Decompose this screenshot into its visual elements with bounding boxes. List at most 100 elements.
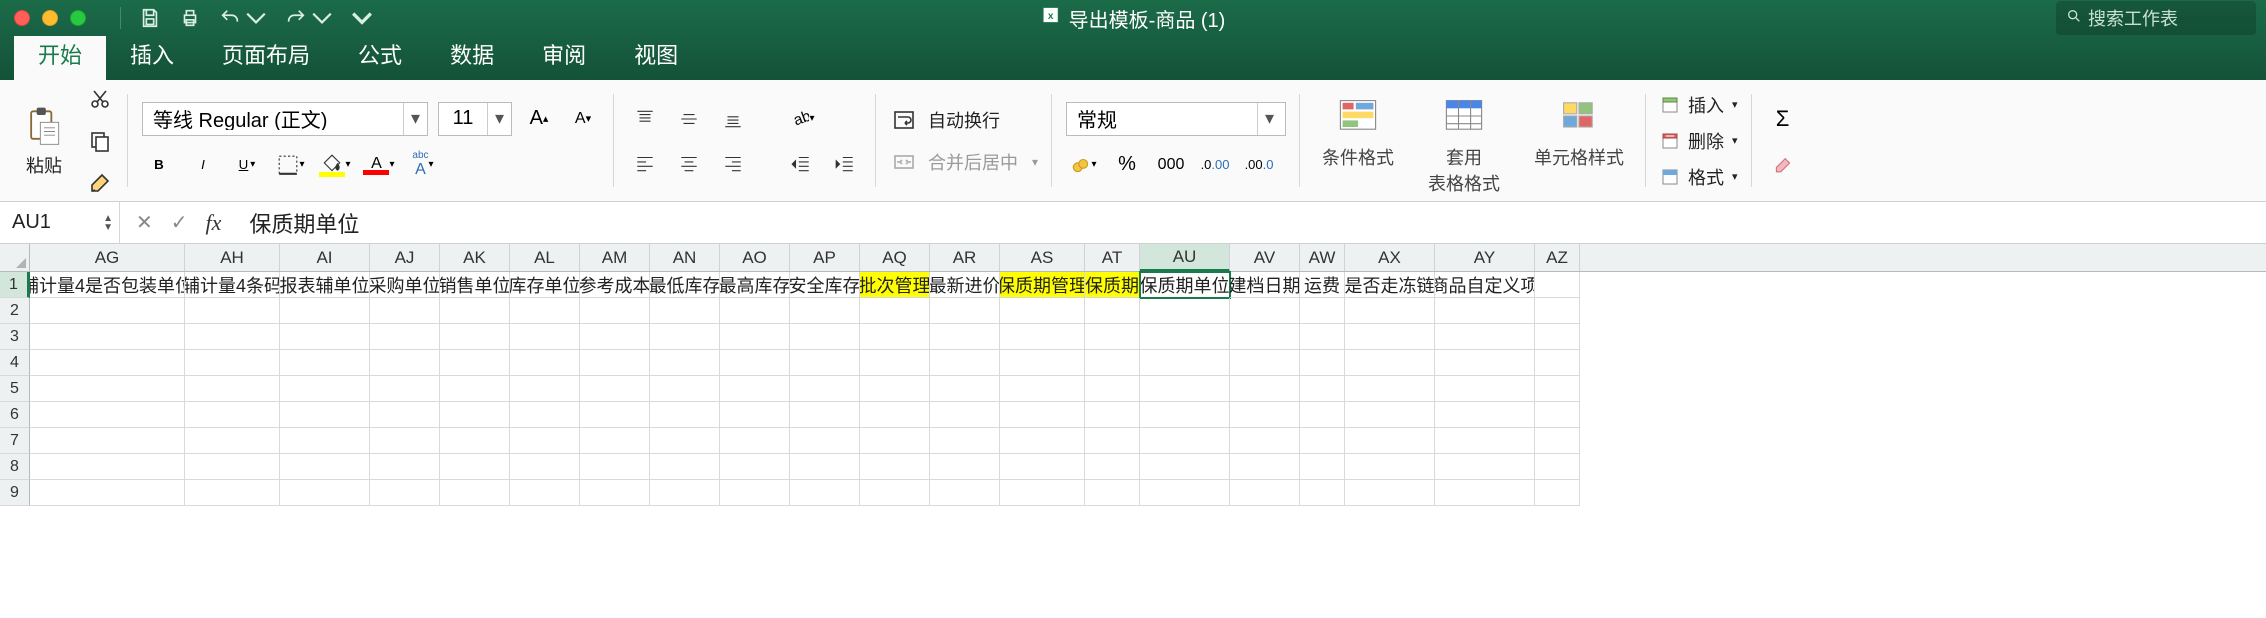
cell[interactable] xyxy=(1230,428,1300,454)
cell[interactable]: 商品自定义项 xyxy=(1435,272,1535,298)
cell[interactable] xyxy=(1085,376,1140,402)
column-header-AQ[interactable]: AQ xyxy=(860,244,930,271)
cell[interactable] xyxy=(930,376,1000,402)
chevron-down-icon[interactable]: ▾ xyxy=(487,103,511,135)
format-as-table-button[interactable]: 套用 表格格式 xyxy=(1420,90,1508,200)
cell[interactable] xyxy=(1230,454,1300,480)
cell[interactable] xyxy=(185,350,280,376)
cell[interactable] xyxy=(720,298,790,324)
cell[interactable] xyxy=(185,402,280,428)
cell[interactable] xyxy=(790,402,860,428)
italic-button[interactable]: I xyxy=(186,150,220,180)
cell[interactable] xyxy=(280,480,370,506)
cell[interactable] xyxy=(790,324,860,350)
cell[interactable] xyxy=(440,298,510,324)
cell[interactable] xyxy=(580,402,650,428)
cell[interactable] xyxy=(1300,480,1345,506)
cell[interactable] xyxy=(440,480,510,506)
cancel-formula-button[interactable]: ✕ xyxy=(136,210,153,235)
cell[interactable]: 销售单位 xyxy=(440,272,510,298)
cell[interactable] xyxy=(1535,402,1580,428)
cell[interactable] xyxy=(510,428,580,454)
font-size-combo[interactable]: ▾ xyxy=(438,102,512,136)
cell[interactable] xyxy=(1435,324,1535,350)
cell[interactable] xyxy=(1535,350,1580,376)
cell[interactable] xyxy=(1345,402,1435,428)
cell[interactable]: 库存单位 xyxy=(510,272,580,298)
cell[interactable] xyxy=(580,376,650,402)
cell[interactable] xyxy=(440,376,510,402)
cell[interactable] xyxy=(650,454,720,480)
chevron-down-icon[interactable]: ▾ xyxy=(1257,103,1281,135)
cell[interactable] xyxy=(1535,454,1580,480)
cell[interactable] xyxy=(370,376,440,402)
cell[interactable] xyxy=(930,298,1000,324)
cell[interactable] xyxy=(720,376,790,402)
cell[interactable] xyxy=(370,324,440,350)
cell[interactable] xyxy=(1535,298,1580,324)
cell[interactable] xyxy=(580,324,650,350)
decrease-indent-button[interactable] xyxy=(784,148,818,178)
cell[interactable] xyxy=(440,402,510,428)
qat-undo-button[interactable] xyxy=(219,7,267,29)
cell[interactable] xyxy=(1230,376,1300,402)
insert-cells-button[interactable]: 插入▾ xyxy=(1660,92,1738,118)
cell[interactable] xyxy=(185,324,280,350)
cell[interactable] xyxy=(650,324,720,350)
cell[interactable] xyxy=(30,402,185,428)
cell[interactable]: 报表辅单位 xyxy=(280,272,370,298)
cell[interactable] xyxy=(510,324,580,350)
cell[interactable]: 最新进价 xyxy=(930,272,1000,298)
cell[interactable] xyxy=(790,480,860,506)
fx-button[interactable]: fx xyxy=(206,210,222,236)
cell[interactable] xyxy=(185,376,280,402)
row-header[interactable]: 1 xyxy=(0,272,30,298)
decrease-decimal-button[interactable]: .00.0 xyxy=(1242,150,1276,180)
merge-cells-button[interactable]: 合并后居中 xyxy=(928,149,1018,175)
cell[interactable] xyxy=(1000,298,1085,324)
cell[interactable] xyxy=(650,402,720,428)
phonetic-button[interactable]: abcA▾ xyxy=(406,150,440,180)
cell[interactable] xyxy=(30,298,185,324)
cell[interactable] xyxy=(280,376,370,402)
cell[interactable] xyxy=(1435,402,1535,428)
cell[interactable] xyxy=(1140,402,1230,428)
increase-indent-button[interactable] xyxy=(828,148,862,178)
cell[interactable] xyxy=(1140,428,1230,454)
select-all-corner[interactable] xyxy=(0,244,30,271)
cell[interactable] xyxy=(440,428,510,454)
font-size-input[interactable] xyxy=(439,107,487,130)
align-left-button[interactable] xyxy=(628,148,662,178)
clear-button[interactable] xyxy=(1766,148,1800,178)
cell[interactable] xyxy=(1535,428,1580,454)
cell[interactable] xyxy=(1000,480,1085,506)
cell[interactable] xyxy=(1000,428,1085,454)
cell[interactable] xyxy=(1230,402,1300,428)
cell[interactable] xyxy=(510,402,580,428)
qat-customize-button[interactable] xyxy=(351,7,373,29)
cell[interactable] xyxy=(1085,298,1140,324)
chevron-down-icon[interactable]: ▾ xyxy=(403,103,427,135)
cell[interactable]: 是否走冻链 xyxy=(1345,272,1435,298)
cell[interactable] xyxy=(930,402,1000,428)
cell[interactable] xyxy=(720,324,790,350)
cell[interactable] xyxy=(580,350,650,376)
cell[interactable]: 保质期管理 xyxy=(1000,272,1085,298)
cell[interactable] xyxy=(1345,480,1435,506)
cell[interactable] xyxy=(930,428,1000,454)
cell[interactable] xyxy=(1345,350,1435,376)
column-header-AT[interactable]: AT xyxy=(1085,244,1140,271)
workbook-search[interactable]: 搜索工作表 xyxy=(2056,1,2256,35)
cell[interactable] xyxy=(650,376,720,402)
align-top-button[interactable] xyxy=(628,104,662,134)
cell[interactable] xyxy=(1535,480,1580,506)
cell[interactable] xyxy=(280,454,370,480)
cell[interactable] xyxy=(1300,298,1345,324)
cell[interactable] xyxy=(1300,454,1345,480)
increase-decimal-button[interactable]: .0.00 xyxy=(1198,150,1232,180)
cell[interactable] xyxy=(930,480,1000,506)
cell[interactable] xyxy=(185,428,280,454)
increase-font-button[interactable]: A▴ xyxy=(522,104,556,134)
cell[interactable]: 安全库存 xyxy=(790,272,860,298)
column-header-AL[interactable]: AL xyxy=(510,244,580,271)
